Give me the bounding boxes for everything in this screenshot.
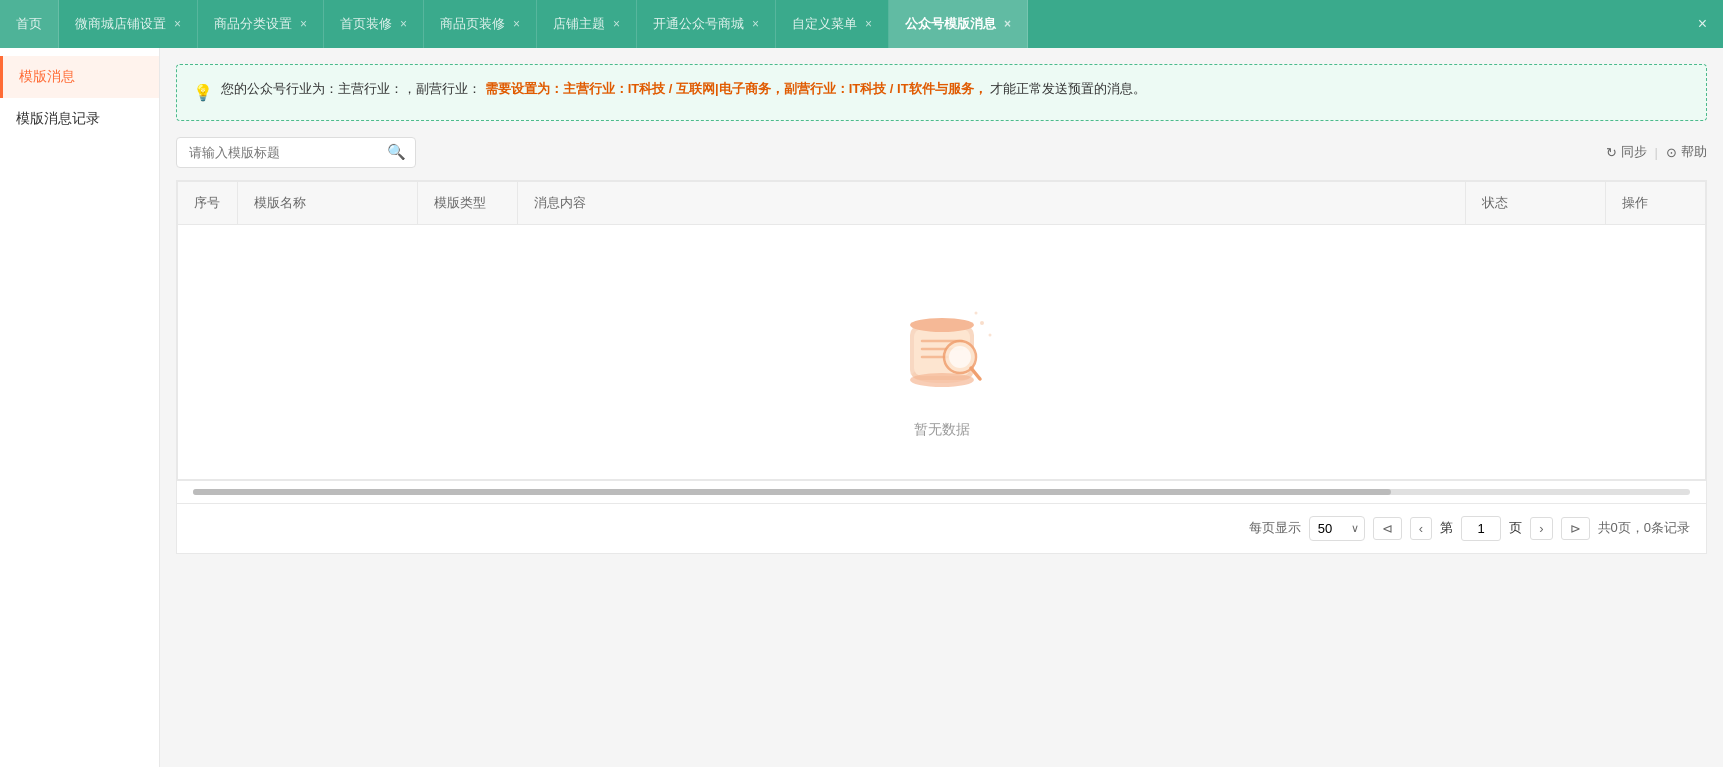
top-nav: 首页 微商城店铺设置 × 商品分类设置 × 首页装修 × 商品页装修 × 店铺主…	[0, 0, 1723, 48]
nav-tab-custom-menu[interactable]: 自定义菜单 ×	[776, 0, 889, 48]
page-next-button[interactable]: ›	[1530, 517, 1552, 540]
close-product-decor-icon[interactable]: ×	[513, 18, 520, 30]
svg-point-8	[949, 346, 971, 368]
nav-tab-store-settings[interactable]: 微商城店铺设置 ×	[59, 0, 198, 48]
nav-tab-home-label: 首页	[16, 15, 42, 33]
close-theme-icon[interactable]: ×	[613, 18, 620, 30]
close-wechat-mall-icon[interactable]: ×	[752, 18, 759, 30]
col-header-status: 状态	[1466, 181, 1606, 224]
close-category-icon[interactable]: ×	[300, 18, 307, 30]
nav-tab-template-msg[interactable]: 公众号模版消息 ×	[889, 0, 1028, 48]
close-custom-menu-icon[interactable]: ×	[865, 18, 872, 30]
help-button[interactable]: ⊙ 帮助	[1666, 143, 1707, 161]
nav-tab-store-settings-label: 微商城店铺设置	[75, 15, 166, 33]
top-actions: ↻ 同步 | ⊙ 帮助	[1606, 143, 1707, 161]
nav-tab-template-msg-label: 公众号模版消息	[905, 15, 996, 33]
scrollbar-area	[177, 480, 1706, 503]
table-wrapper: 序号 模版名称 模版类型 消息内容 状态 操作	[176, 180, 1707, 554]
scrollbar-thumb[interactable]	[193, 489, 1391, 495]
nav-tab-home-decor-label: 首页装修	[340, 15, 392, 33]
col-header-content: 消息内容	[518, 181, 1466, 224]
nav-tab-wechat-mall-label: 开通公众号商城	[653, 15, 744, 33]
close-home-decor-icon[interactable]: ×	[400, 18, 407, 30]
close-all-button[interactable]: ×	[1682, 15, 1723, 33]
nav-tab-product-decor[interactable]: 商品页装修 ×	[424, 0, 537, 48]
nav-tab-custom-menu-label: 自定义菜单	[792, 15, 857, 33]
empty-state: 暂无数据	[178, 225, 1705, 479]
col-header-name: 模版名称	[238, 181, 418, 224]
close-template-msg-icon[interactable]: ×	[1004, 18, 1011, 30]
alert-box: 💡 您的公众号行业为：主营行业：，副营行业： 需要设置为：主营行业：IT科技 /…	[176, 64, 1707, 121]
sidebar-item-template-msg[interactable]: 模版消息	[0, 56, 159, 98]
divider: |	[1655, 145, 1658, 160]
nav-tab-wechat-mall[interactable]: 开通公众号商城 ×	[637, 0, 776, 48]
search-input[interactable]	[176, 137, 416, 168]
search-input-wrapper: 🔍	[176, 137, 416, 168]
pagination: 每页显示 50 20 100 ⊲ ‹ 第 页 › ⊳ 共0页，0条记录	[177, 503, 1706, 553]
nav-tab-home-decor[interactable]: 首页装修 ×	[324, 0, 424, 48]
sync-button[interactable]: ↻ 同步	[1606, 143, 1647, 161]
nav-tab-theme[interactable]: 店铺主题 ×	[537, 0, 637, 48]
sidebar: 模版消息 模版消息记录	[0, 48, 160, 767]
svg-point-6	[910, 318, 974, 332]
svg-point-13	[910, 373, 974, 387]
svg-point-10	[980, 321, 984, 325]
sync-icon: ↻	[1606, 145, 1617, 160]
page-size-select[interactable]: 50 20 100	[1309, 516, 1365, 541]
alert-text: 您的公众号行业为：主营行业：，副营行业： 需要设置为：主营行业：IT科技 / 互…	[221, 79, 1146, 100]
nav-tab-theme-label: 店铺主题	[553, 15, 605, 33]
page-label-pre: 第	[1440, 519, 1453, 537]
nav-tab-home[interactable]: 首页	[0, 0, 59, 48]
close-store-settings-icon[interactable]: ×	[174, 18, 181, 30]
search-bar: 🔍 ↻ 同步 | ⊙ 帮助	[176, 137, 1707, 168]
page-label-post: 页	[1509, 519, 1522, 537]
alert-icon: 💡	[193, 80, 213, 106]
svg-point-12	[974, 311, 977, 314]
content-area: 💡 您的公众号行业为：主营行业：，副营行业： 需要设置为：主营行业：IT科技 /…	[160, 48, 1723, 767]
page-last-button[interactable]: ⊳	[1561, 517, 1590, 540]
sidebar-item-template-msg-record[interactable]: 模版消息记录	[0, 98, 159, 140]
empty-text: 暂无数据	[914, 421, 970, 439]
col-header-type: 模版类型	[418, 181, 518, 224]
page-size-label: 每页显示	[1249, 519, 1301, 537]
col-header-actions: 操作	[1606, 181, 1706, 224]
page-first-button[interactable]: ⊲	[1373, 517, 1402, 540]
page-input[interactable]	[1461, 516, 1501, 541]
data-table: 序号 模版名称 模版类型 消息内容 状态 操作	[177, 181, 1706, 480]
scrollbar-track[interactable]	[193, 489, 1690, 495]
col-header-index: 序号	[178, 181, 238, 224]
main-layout: 模版消息 模版消息记录 💡 您的公众号行业为：主营行业：，副营行业： 需要设置为…	[0, 48, 1723, 767]
page-prev-button[interactable]: ‹	[1410, 517, 1432, 540]
svg-point-11	[988, 333, 991, 336]
empty-illustration	[882, 285, 1002, 405]
page-size-wrapper: 50 20 100	[1309, 516, 1365, 541]
search-icon[interactable]: 🔍	[387, 143, 406, 161]
help-icon: ⊙	[1666, 145, 1677, 160]
page-total: 共0页，0条记录	[1598, 519, 1690, 537]
nav-tab-category-label: 商品分类设置	[214, 15, 292, 33]
nav-tab-category[interactable]: 商品分类设置 ×	[198, 0, 324, 48]
nav-tab-product-decor-label: 商品页装修	[440, 15, 505, 33]
